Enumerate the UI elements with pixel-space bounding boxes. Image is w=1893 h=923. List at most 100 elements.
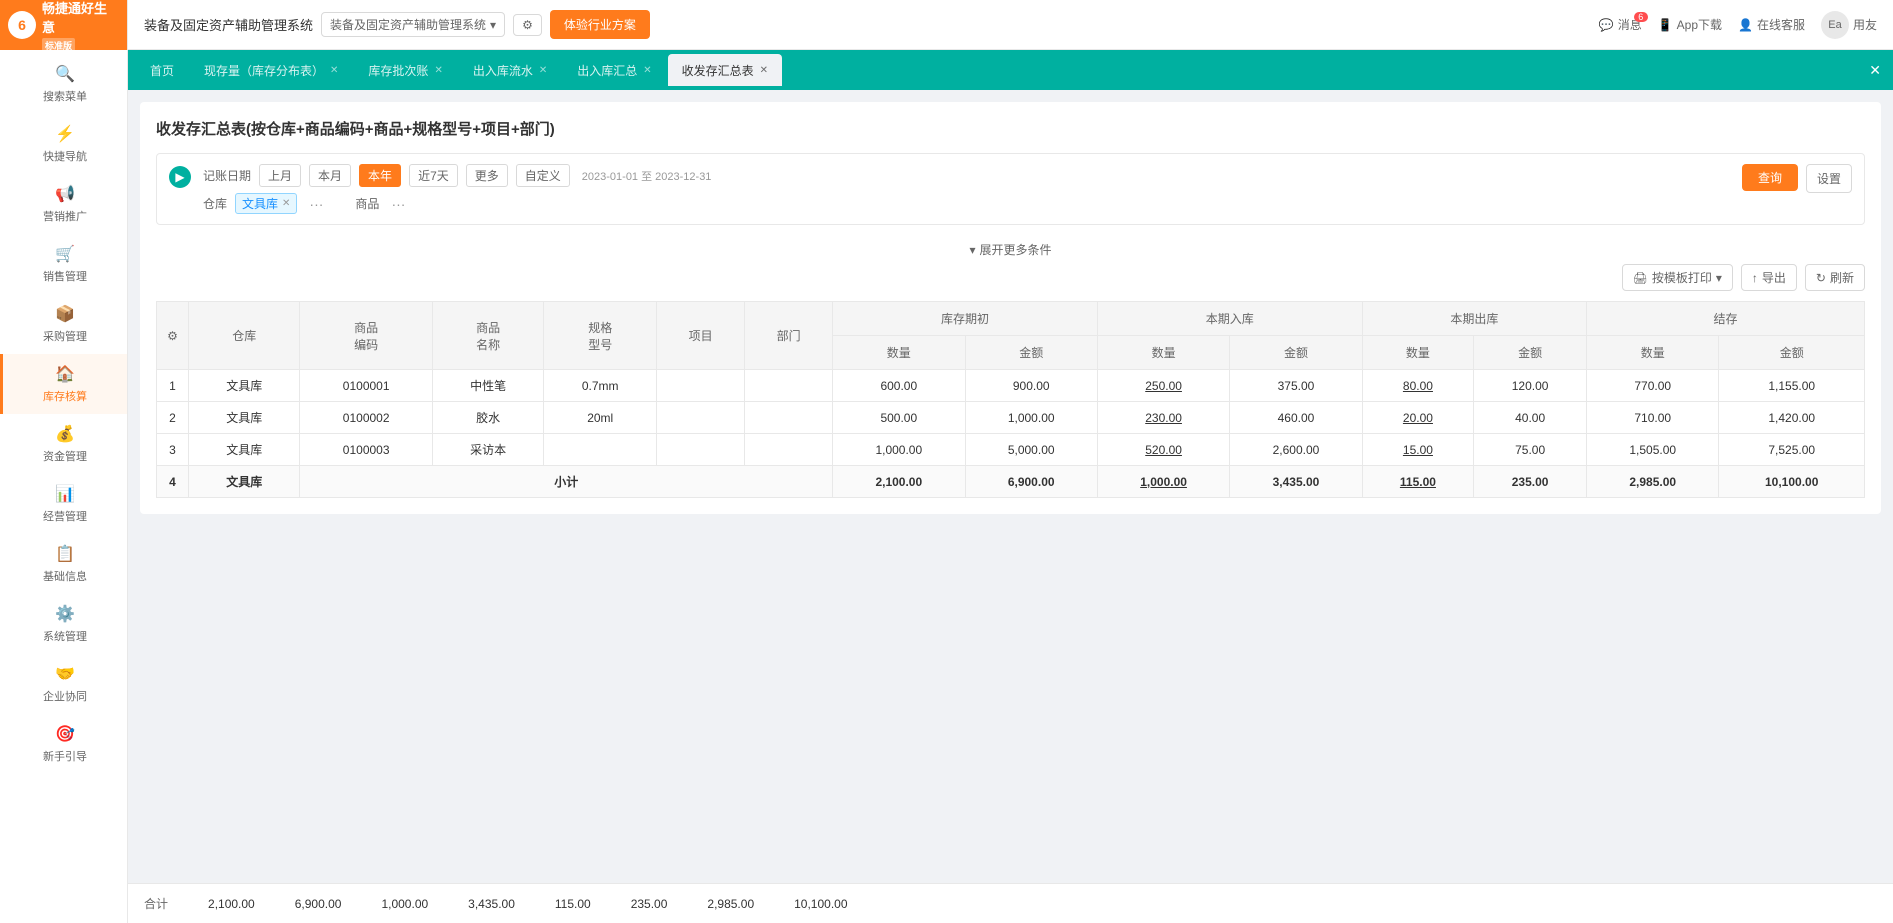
date-more-btn[interactable]: 更多 [466,164,508,187]
sidebar-item-base_info[interactable]: 📋 基础信息 [0,534,127,594]
tab-close-batch_ledger[interactable]: ✕ [434,65,442,76]
sidebar-item-operation[interactable]: 📊经营管理 [0,474,127,534]
app-download-action[interactable]: 📱 App下载 [1658,16,1722,33]
row-bal-amt: 7,525.00 [1719,434,1865,466]
system-dropdown[interactable]: 装备及固定资产辅助管理系统 ▾ [321,12,505,37]
tab-label: 收发存汇总表 [682,62,754,79]
sidebar-item-search[interactable]: 🔍搜索菜单 [0,54,127,114]
row-in-qty[interactable]: 520.00 [1097,434,1229,466]
message-action[interactable]: 💬 消息 6 [1599,16,1642,33]
refresh-icon: ↻ [1816,271,1826,285]
date-this-year-btn[interactable]: 本年 [359,164,401,187]
tab-inventory_dist[interactable]: 现存量（库存分布表）✕ [190,54,352,86]
warehouse-more-btn[interactable]: ··· [305,196,327,212]
gear-icon: ⚙ [522,18,533,32]
row-in-qty[interactable]: 250.00 [1097,370,1229,402]
warehouse-col-header: 仓库 [189,302,300,370]
table-toolbar: 🖨 按模板打印 ▾ ↑ 导出 ↻ 刷新 [156,264,1865,291]
tab-close-receive_send[interactable]: ✕ [760,65,768,76]
goods-more-btn[interactable]: ··· [387,196,409,212]
row-out-qty[interactable]: 20.00 [1362,402,1474,434]
settings-dropdown[interactable]: ⚙ [513,14,542,36]
expand-more-row[interactable]: ▾ 展开更多条件 [156,235,1865,264]
refresh-button[interactable]: ↻ 刷新 [1805,264,1865,291]
sidebar-item-enterprise[interactable]: 🤝企业协同 [0,654,127,714]
row-open-amt: 5,000.00 [965,434,1097,466]
tab-close-in_out_flow[interactable]: ✕ [539,65,547,76]
date-this-month-btn[interactable]: 本月 [309,164,351,187]
sidebar-item-system[interactable]: ⚙️ 系统管理 [0,594,127,654]
filter-settings-button[interactable]: 设置 [1806,164,1852,193]
sidebar-item-quick_nav[interactable]: ⚡快捷导航 [0,114,127,174]
row-out-qty[interactable]: 15.00 [1362,434,1474,466]
online-service-action[interactable]: 👤 在线客服 [1738,16,1805,33]
tab-label: 库存批次账 [368,62,428,79]
table-row: 1 文具库 0100001 中性笔 0.7mm 600.00 900.00 25… [157,370,1865,402]
row-project [657,402,745,434]
sidebar-item-marketing[interactable]: 📢营销推广 [0,174,127,234]
base_info-icon: 📋 [55,544,75,564]
sidebar-item-label: 经营管理 [43,508,87,524]
system-icon: ⚙️ [55,604,75,624]
tab-in_out_flow[interactable]: 出入库流水✕ [459,54,561,86]
sidebar-item-purchase[interactable]: 📦采购管理 [0,294,127,354]
warehouse-tag-close[interactable]: ✕ [282,198,290,209]
row-in-qty[interactable]: 230.00 [1097,402,1229,434]
logo-text: 畅捷通好生意 标准版 [42,0,119,53]
tab-receive_send[interactable]: 收发存汇总表 ✕ [668,54,782,86]
row-in-amt: 2,600.00 [1230,434,1362,466]
date-7days-btn[interactable]: 近7天 [409,164,458,187]
header-right: 💬 消息 6 📱 App下载 👤 在线客服 Ea 用友 [1599,11,1877,39]
row-code: 0100002 [300,402,432,434]
export-button[interactable]: ↑ 导出 [1741,264,1797,291]
sidebar-item-label: 快捷导航 [43,148,87,164]
sidebar-item-finance[interactable]: 💰资金管理 [0,414,127,474]
tab-bar: 首页现存量（库存分布表）✕库存批次账✕出入库流水✕出入库汇总✕收发存汇总表✕✕ [128,50,1893,90]
goods-name-col-header: 商品名称 [432,302,543,370]
tab-in_out_summary[interactable]: 出入库汇总✕ [563,54,665,86]
row-code: 0100003 [300,434,432,466]
footer-out-qty: 115.00 [555,897,591,911]
sidebar-item-label: 基础信息 [43,568,87,584]
sub-in-qty[interactable]: 1,000.00 [1097,466,1229,498]
query-button[interactable]: 查询 [1742,164,1798,191]
tab-home[interactable]: 首页 [136,54,188,86]
sidebar-item-label: 新手引导 [43,748,87,764]
tab-batch_ledger[interactable]: 库存批次账 ✕ [354,54,456,86]
sub-out-amt: 235.00 [1474,466,1587,498]
settings-col-header[interactable]: ⚙ [157,302,189,370]
sidebar-item-sales[interactable]: 🛒销售管理 [0,234,127,294]
row-project [657,370,745,402]
row-out-qty[interactable]: 80.00 [1362,370,1474,402]
bal-amt-header: 金额 [1719,336,1865,370]
print-button[interactable]: 🖨 按模板打印 ▾ [1622,264,1733,291]
footer-bal-qty: 2,985.00 [707,897,754,911]
chevron-down-icon: ▾ [490,18,496,32]
row-name: 胶水 [432,402,543,434]
footer-in-amt: 3,435.00 [468,897,515,911]
finance-icon: 💰 [55,424,75,444]
chevron-down-icon: ▾ [1716,271,1722,285]
filter-expand-btn[interactable]: ▶ [169,166,191,188]
sub-out-qty[interactable]: 115.00 [1362,466,1474,498]
row-no: 1 [157,370,189,402]
goods-spec-col-header: 规格型号 [544,302,657,370]
date-prev-month-btn[interactable]: 上月 [259,164,301,187]
inventory-icon: 🏠 [55,364,75,384]
tab-close-in_out_summary[interactable]: ✕ [643,65,651,76]
row-dept [745,434,833,466]
sidebar-item-inventory[interactable]: 🏠库存核算 [0,354,127,414]
page-title: 收发存汇总表(按仓库+商品编码+商品+规格型号+项目+部门) [156,118,1865,139]
sidebar-menu: 🔍搜索菜单⚡快捷导航📢营销推广🛒销售管理📦采购管理🏠库存核算💰资金管理📊经营管理… [0,50,127,923]
tab-close-inventory_dist[interactable]: ✕ [330,65,338,76]
row-name: 中性笔 [432,370,543,402]
experience-button[interactable]: 体验行业方案 [550,10,650,39]
footer-open-qty: 2,100.00 [208,897,255,911]
date-custom-btn[interactable]: 自定义 [516,164,570,187]
goods-label: 商品 [355,195,379,212]
guide-icon: 🎯 [55,724,75,744]
tab-bar-close-all[interactable]: ✕ [1865,58,1885,83]
sidebar-item-label: 系统管理 [43,628,87,644]
sidebar-item-guide[interactable]: 🎯 新手引导 [0,714,127,774]
user-action[interactable]: Ea 用友 [1821,11,1877,39]
